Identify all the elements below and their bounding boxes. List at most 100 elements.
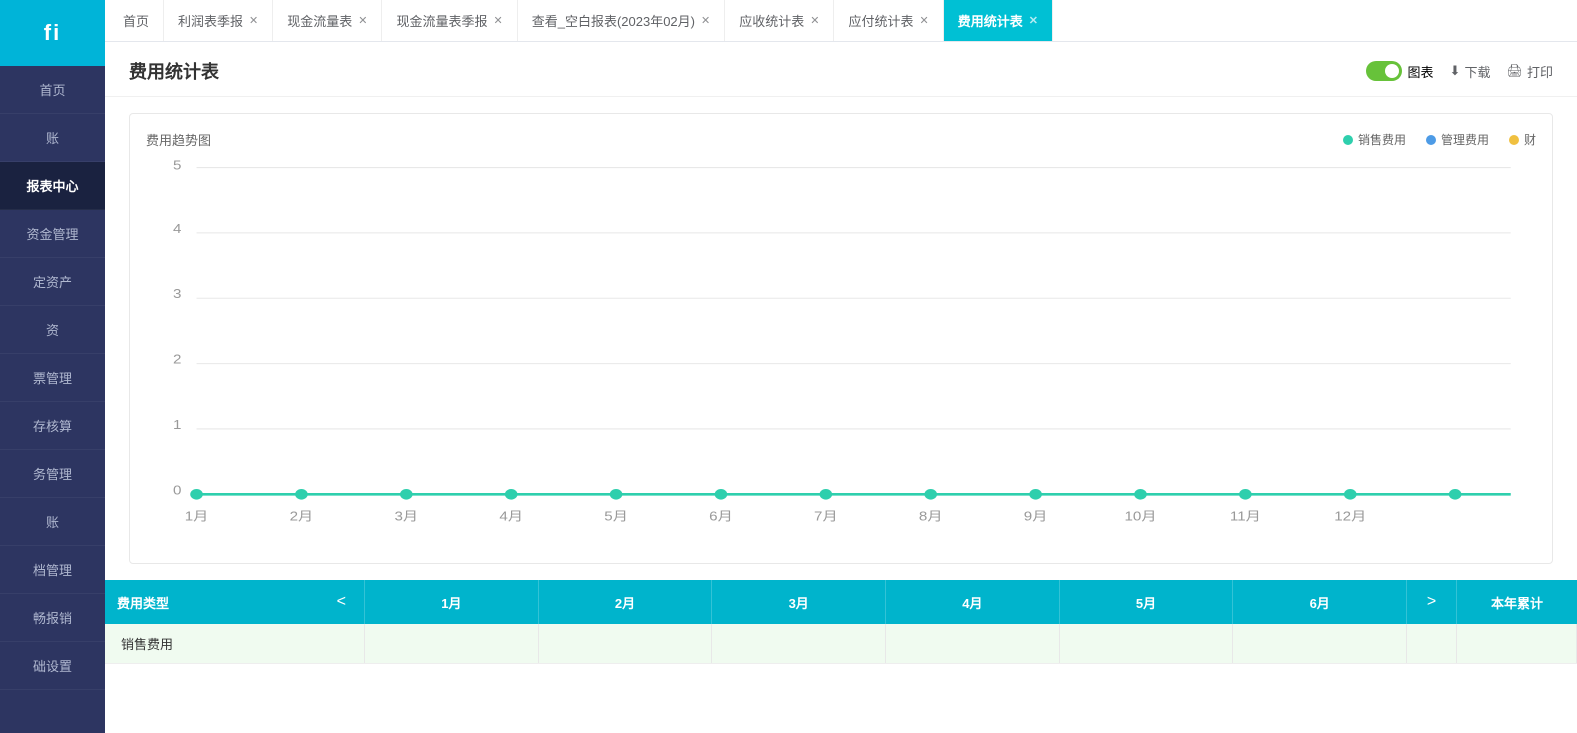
td-m4-sales [886, 624, 1060, 663]
chart-title: 费用趋势图 [146, 130, 211, 149]
svg-text:4: 4 [173, 221, 182, 235]
sidebar-item-inventory[interactable]: 存核算 [0, 402, 105, 450]
table-section: 费用类型 < 1月 2月 3月 4月 5月 6月 > 本年累计 销售费用 [105, 580, 1577, 664]
table-body: 销售费用 [105, 624, 1577, 664]
legend-dot-sales [1343, 135, 1353, 145]
th-month-6: 6月 [1233, 580, 1407, 624]
th-month-4: 4月 [886, 580, 1060, 624]
svg-text:1: 1 [173, 417, 182, 431]
svg-text:4月: 4月 [499, 509, 523, 523]
chart-toggle-wrap: 图表 [1366, 61, 1434, 81]
svg-text:3: 3 [173, 286, 182, 300]
svg-text:7月: 7月 [814, 509, 838, 523]
sidebar-item-ticket-mgmt[interactable]: 票管理 [0, 354, 105, 402]
print-button[interactable]: 🖨 打印 [1506, 62, 1553, 81]
td-m2-sales [539, 624, 713, 663]
svg-text:11月: 11月 [1230, 509, 1261, 523]
tab-close-receivable[interactable]: ✕ [810, 14, 819, 27]
download-icon: ⬇ [1450, 63, 1461, 79]
th-month-1: 1月 [365, 580, 539, 624]
tab-home[interactable]: 首页 [109, 0, 164, 42]
chart-toggle[interactable] [1366, 61, 1402, 81]
td-spacer-sales [1407, 624, 1457, 663]
td-m5-sales [1060, 624, 1234, 663]
legend-label-sales: 销售费用 [1358, 131, 1406, 148]
chart-section: 费用趋势图 销售费用 管理费用 财 [129, 113, 1553, 564]
td-type-sales: 销售费用 [105, 624, 365, 663]
print-icon: 🖨 [1506, 63, 1523, 79]
svg-text:5月: 5月 [604, 509, 628, 523]
sidebar-item-biz-mgmt[interactable]: 务管理 [0, 450, 105, 498]
legend-dot-mgmt [1426, 135, 1436, 145]
download-label: 下载 [1464, 62, 1490, 81]
sidebar-item-base-settings[interactable]: 础设置 [0, 642, 105, 690]
th-total: 本年累计 [1457, 580, 1577, 624]
chart-header: 费用趋势图 销售费用 管理费用 财 [146, 130, 1536, 149]
sidebar-item-archive-mgmt[interactable]: 档管理 [0, 546, 105, 594]
sidebar-item-investment[interactable]: 资 [0, 306, 105, 354]
tab-close-cashflow-quarterly[interactable]: ✕ [494, 14, 503, 27]
header-actions: 图表 ⬇ 下载 🖨 打印 [1366, 61, 1553, 81]
chart-legend: 销售费用 管理费用 财 [1343, 131, 1536, 148]
tab-close-payable[interactable]: ✕ [919, 14, 928, 27]
print-label: 打印 [1527, 62, 1553, 81]
th-month-3: 3月 [712, 580, 886, 624]
table-header: 费用类型 < 1月 2月 3月 4月 5月 6月 > 本年累计 [105, 580, 1577, 624]
tab-expense-stat[interactable]: 费用统计表 ✕ [944, 0, 1053, 42]
chart-toggle-label: 图表 [1408, 62, 1434, 81]
svg-text:0: 0 [173, 483, 182, 497]
sidebar: fi 首页 账 报表中心 资金管理 定资产 资 票管理 存核算 务管理 账 档管… [0, 0, 105, 733]
th-type-label: 费用类型 [117, 593, 169, 612]
table-row-sales: 销售费用 [105, 624, 1577, 664]
page-header: 费用统计表 图表 ⬇ 下载 🖨 打印 [105, 42, 1577, 97]
sidebar-item-report-center[interactable]: 报表中心 [0, 162, 105, 210]
tab-cashflow[interactable]: 现金流量表 ✕ [273, 0, 382, 42]
main-area: 首页 利润表季报 ✕ 现金流量表 ✕ 现金流量表季报 ✕ 查看_空白报表(202… [105, 0, 1577, 733]
table-next-btn[interactable]: > [1421, 591, 1442, 613]
sidebar-item-sub-account[interactable]: 账 [0, 498, 105, 546]
td-m6-sales [1233, 624, 1407, 663]
td-m1-sales [365, 624, 539, 663]
tab-close-profit-quarterly[interactable]: ✕ [249, 14, 258, 27]
th-month-2: 2月 [539, 580, 713, 624]
svg-text:5: 5 [173, 158, 182, 172]
sidebar-item-expense-report[interactable]: 畅报销 [0, 594, 105, 642]
page-content: 费用统计表 图表 ⬇ 下载 🖨 打印 费用趋势图 [105, 42, 1577, 733]
th-month-5: 5月 [1060, 580, 1234, 624]
sidebar-logo: fi [0, 0, 105, 66]
svg-text:10月: 10月 [1124, 509, 1156, 523]
tab-payable[interactable]: 应付统计表 ✕ [834, 0, 943, 42]
legend-dot-finance [1509, 135, 1519, 145]
tab-close-blank-report[interactable]: ✕ [701, 14, 710, 27]
legend-mgmt: 管理费用 [1426, 131, 1489, 148]
sidebar-item-fund-mgmt[interactable]: 资金管理 [0, 210, 105, 258]
table-prev-btn[interactable]: < [331, 591, 352, 613]
th-type: 费用类型 < [105, 580, 365, 624]
tab-profit-quarterly[interactable]: 利润表季报 ✕ [164, 0, 273, 42]
tab-cashflow-quarterly[interactable]: 现金流量表季报 ✕ [382, 0, 517, 42]
tab-receivable[interactable]: 应收统计表 ✕ [725, 0, 834, 42]
th-next-wrap: > [1407, 580, 1457, 624]
td-m3-sales [712, 624, 886, 663]
sidebar-item-fixed-assets[interactable]: 定资产 [0, 258, 105, 306]
legend-finance: 财 [1509, 131, 1536, 148]
svg-text:2: 2 [173, 352, 182, 366]
page-title: 费用统计表 [129, 58, 219, 84]
sidebar-item-account[interactable]: 账 [0, 114, 105, 162]
chart-svg: 0 1 2 3 4 5 [146, 157, 1536, 547]
legend-sales: 销售费用 [1343, 131, 1406, 148]
svg-text:12月: 12月 [1334, 509, 1366, 523]
svg-text:1月: 1月 [185, 509, 209, 523]
svg-text:8月: 8月 [919, 509, 943, 523]
td-total-sales [1457, 624, 1577, 663]
download-button[interactable]: ⬇ 下载 [1450, 62, 1491, 81]
chart-area: 0 1 2 3 4 5 [146, 157, 1536, 547]
tab-close-cashflow[interactable]: ✕ [358, 14, 367, 27]
svg-text:9月: 9月 [1024, 509, 1048, 523]
svg-text:6月: 6月 [709, 509, 733, 523]
tab-bar: 首页 利润表季报 ✕ 现金流量表 ✕ 现金流量表季报 ✕ 查看_空白报表(202… [105, 0, 1577, 42]
tab-close-expense-stat[interactable]: ✕ [1029, 14, 1038, 27]
sidebar-item-home[interactable]: 首页 [0, 66, 105, 114]
svg-text:2月: 2月 [290, 509, 314, 523]
tab-blank-report[interactable]: 查看_空白报表(2023年02月) ✕ [518, 0, 726, 42]
